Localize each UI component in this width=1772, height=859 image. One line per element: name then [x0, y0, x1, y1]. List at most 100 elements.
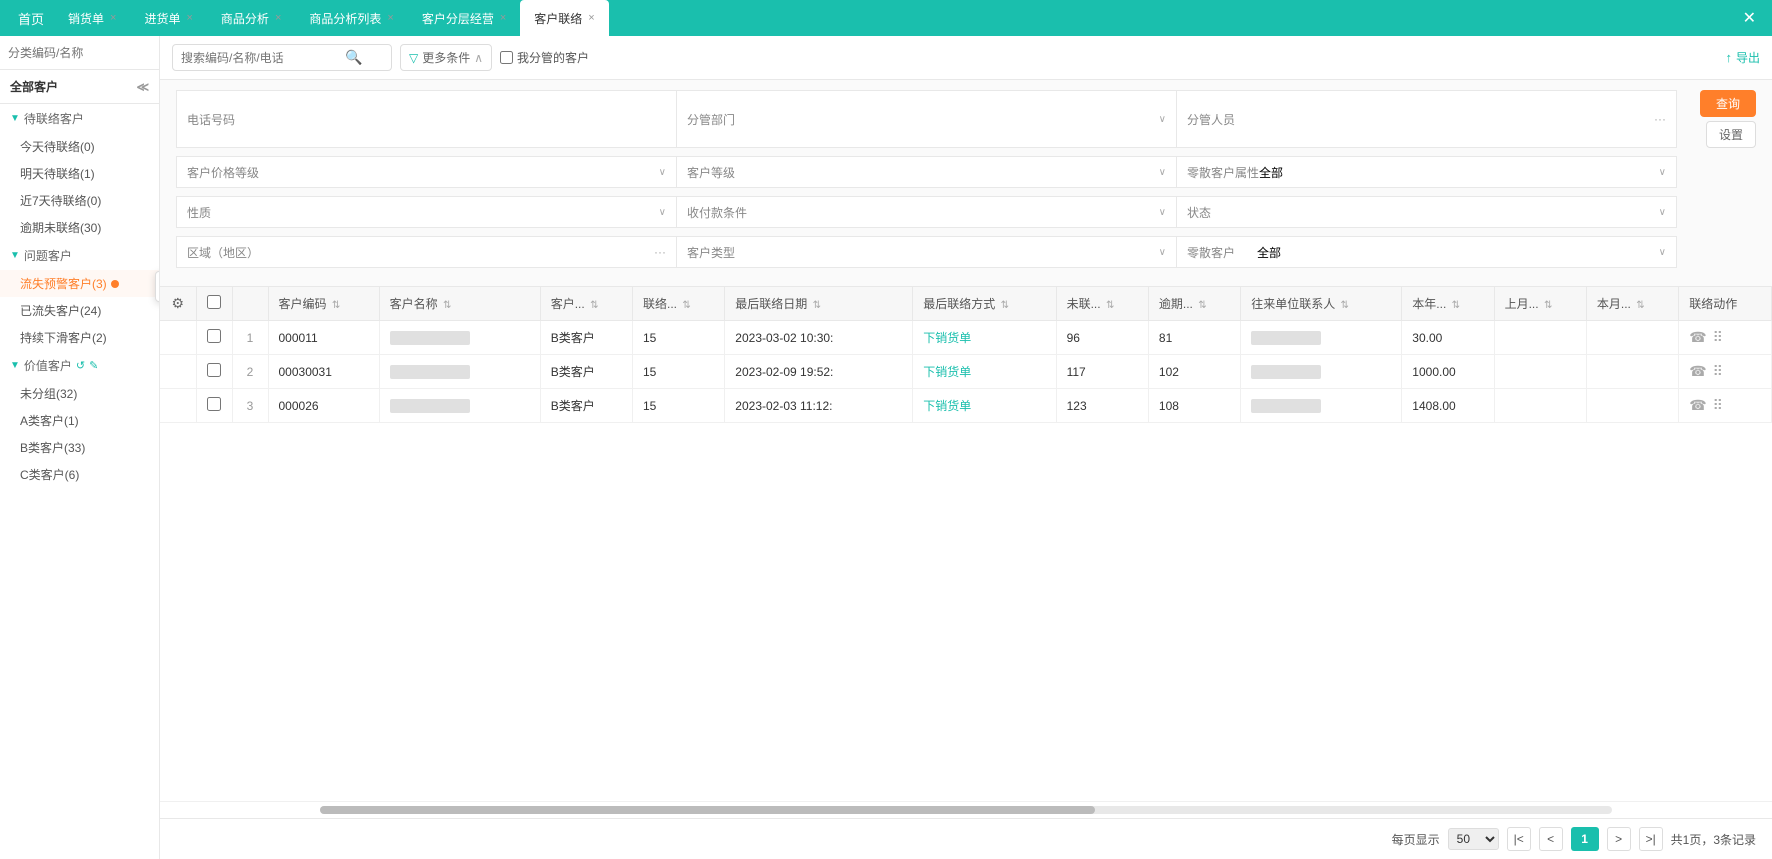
- sidebar-item-ungroup[interactable]: 未分组(32): [0, 380, 159, 407]
- region-dots-icon[interactable]: ···: [654, 245, 666, 259]
- nav-tab-4[interactable]: 客户分层经营 ×: [408, 0, 520, 36]
- close-tab-4-icon[interactable]: ×: [500, 12, 506, 24]
- last-contact-type-link-1[interactable]: 下销货单: [923, 365, 971, 379]
- sidebar-group-title-problem[interactable]: ▼ 问题客户: [0, 241, 159, 270]
- person-dots-icon[interactable]: ···: [1654, 112, 1666, 126]
- filter-nature[interactable]: 性质 ∨: [176, 196, 677, 228]
- col-this-month[interactable]: 本月... ⇅: [1586, 287, 1678, 321]
- customer-type-dropdown-icon[interactable]: ∨: [1159, 247, 1166, 258]
- nav-tab-1[interactable]: 进货单 ×: [130, 0, 206, 36]
- nature-dropdown-icon[interactable]: ∨: [659, 207, 666, 218]
- last-page-button[interactable]: >|: [1639, 827, 1663, 851]
- filter-customer-grade[interactable]: 客户等级 ∨: [676, 156, 1177, 188]
- filter-dept[interactable]: 分管部门 ∨: [676, 90, 1177, 148]
- window-close-button[interactable]: ✕: [1735, 10, 1764, 27]
- sidebar-item-churned[interactable]: 已流失客户(24): [0, 297, 159, 324]
- sidebar-item-b-class[interactable]: B类客户(33): [0, 434, 159, 461]
- action-menu-icon-0[interactable]: ⠿: [1713, 329, 1723, 346]
- scatter-attr-dropdown-icon[interactable]: ∨: [1659, 167, 1666, 178]
- status-dropdown-icon[interactable]: ∨: [1659, 207, 1666, 218]
- filter-region[interactable]: 区域（地区） ···: [176, 236, 677, 268]
- filter-price-grade[interactable]: 客户价格等级 ∨: [176, 156, 677, 188]
- filter-scatter-attr[interactable]: 零散客户属性 全部 ∨: [1176, 156, 1677, 188]
- col-settings[interactable]: ⚙: [160, 287, 196, 321]
- scatter-customer-dropdown-icon[interactable]: ∨: [1659, 247, 1666, 258]
- cell-last-type-2[interactable]: 下销货单: [913, 389, 1056, 423]
- my-customers-checkbox[interactable]: [500, 51, 513, 64]
- filter-person[interactable]: 分管人员 ···: [1176, 90, 1677, 148]
- col-checkbox[interactable]: [196, 287, 232, 321]
- horizontal-scrollbar[interactable]: [160, 801, 1772, 818]
- sidebar-group-title-value[interactable]: ▼ 价值客户 ↺ ✎: [0, 351, 159, 380]
- sidebar-item-declining[interactable]: 持续下滑客户(2): [0, 324, 159, 351]
- close-tab-1-icon[interactable]: ×: [186, 12, 192, 24]
- scrollbar-thumb[interactable]: [320, 806, 1095, 814]
- col-last-type[interactable]: 最后联络方式 ⇅: [913, 287, 1056, 321]
- value-refresh-icon[interactable]: ↺: [76, 359, 85, 372]
- filter-search-icon[interactable]: 🔍: [345, 49, 362, 66]
- nav-home[interactable]: 首页: [8, 0, 54, 36]
- value-edit-icon[interactable]: ✎: [89, 359, 98, 372]
- sidebar-item-today[interactable]: 今天待联络(0): [0, 133, 159, 160]
- action-phone-icon-0[interactable]: ☎: [1689, 329, 1706, 346]
- cell-checkbox-0[interactable]: [196, 321, 232, 355]
- customer-grade-dropdown-icon[interactable]: ∨: [1159, 167, 1166, 178]
- action-menu-icon-1[interactable]: ⠿: [1713, 363, 1723, 380]
- first-page-button[interactable]: |<: [1507, 827, 1531, 851]
- col-name[interactable]: 客户名称 ⇅: [379, 287, 540, 321]
- row-checkbox-0[interactable]: [207, 329, 221, 343]
- export-button[interactable]: ↑ 导出: [1725, 49, 1760, 66]
- cell-checkbox-2[interactable]: [196, 389, 232, 423]
- query-button[interactable]: 查询: [1700, 90, 1756, 117]
- next-page-button[interactable]: >: [1607, 827, 1631, 851]
- payment-dropdown-icon[interactable]: ∨: [1159, 207, 1166, 218]
- col-contact[interactable]: 联络... ⇅: [633, 287, 725, 321]
- sidebar-search-input[interactable]: [8, 46, 160, 60]
- filter-payment[interactable]: 收付款条件 ∨: [676, 196, 1177, 228]
- sidebar-item-c-class[interactable]: C类客户(6): [0, 461, 159, 488]
- sidebar-item-churn-warning[interactable]: 流失预警客户(3): [0, 270, 159, 297]
- settings-button[interactable]: 设置: [1706, 121, 1756, 148]
- close-tab-0-icon[interactable]: ×: [110, 12, 116, 24]
- col-type[interactable]: 客户... ⇅: [540, 287, 632, 321]
- select-all-checkbox[interactable]: [207, 295, 221, 309]
- action-phone-icon-1[interactable]: ☎: [1689, 363, 1706, 380]
- col-history[interactable]: 往来单位联系人 ⇅: [1241, 287, 1402, 321]
- filter-more-button[interactable]: ▽ 更多条件 ∧: [400, 44, 492, 71]
- nav-tab-2[interactable]: 商品分析 ×: [207, 0, 295, 36]
- sidebar-item-tomorrow[interactable]: 明天待联络(1): [0, 160, 159, 187]
- sidebar-item-overdue[interactable]: 逾期未联络(30): [0, 214, 159, 241]
- last-contact-type-link-2[interactable]: 下销货单: [923, 399, 971, 413]
- cell-last-type-1[interactable]: 下销货单: [913, 355, 1056, 389]
- filter-search-input[interactable]: [181, 51, 341, 65]
- nav-tab-0[interactable]: 销货单 ×: [54, 0, 130, 36]
- page-size-select[interactable]: 50 100 200: [1448, 828, 1499, 850]
- col-last-month[interactable]: 上月... ⇅: [1494, 287, 1586, 321]
- close-tab-3-icon[interactable]: ×: [387, 12, 393, 24]
- close-tab-2-icon[interactable]: ×: [275, 12, 281, 24]
- sidebar-collapse-icon[interactable]: ≪: [136, 80, 149, 94]
- filter-customer-type[interactable]: 客户类型 ∨: [676, 236, 1177, 268]
- action-phone-icon-2[interactable]: ☎: [1689, 397, 1706, 414]
- cell-last-type-0[interactable]: 下销货单: [913, 321, 1056, 355]
- price-grade-dropdown-icon[interactable]: ∨: [659, 167, 666, 178]
- col-code[interactable]: 客户编码 ⇅: [268, 287, 379, 321]
- settings-gear-icon[interactable]: ⚙: [171, 295, 184, 311]
- last-contact-type-link-0[interactable]: 下销货单: [923, 331, 971, 345]
- sidebar-all-customers[interactable]: 全部客户 ≪: [0, 70, 159, 104]
- sidebar-group-title-pending[interactable]: ▼ 待联络客户: [0, 104, 159, 133]
- dept-dropdown-icon[interactable]: ∨: [1159, 114, 1166, 125]
- col-uncontacted[interactable]: 未联... ⇅: [1056, 287, 1148, 321]
- close-tab-5-icon[interactable]: ×: [588, 12, 594, 24]
- row-checkbox-2[interactable]: [207, 397, 221, 411]
- row-checkbox-1[interactable]: [207, 363, 221, 377]
- filter-phone-input[interactable]: [257, 112, 666, 126]
- sidebar-item-a-class[interactable]: A类客户(1): [0, 407, 159, 434]
- cell-checkbox-1[interactable]: [196, 355, 232, 389]
- filter-scatter-customer[interactable]: 零散客户 全部 ∨: [1176, 236, 1677, 268]
- col-this-year[interactable]: 本年... ⇅: [1402, 287, 1494, 321]
- col-overdue[interactable]: 逾期... ⇅: [1148, 287, 1240, 321]
- action-menu-icon-2[interactable]: ⠿: [1713, 397, 1723, 414]
- my-customers-checkbox-container[interactable]: 我分管的客户: [500, 49, 589, 66]
- prev-page-button[interactable]: <: [1539, 827, 1563, 851]
